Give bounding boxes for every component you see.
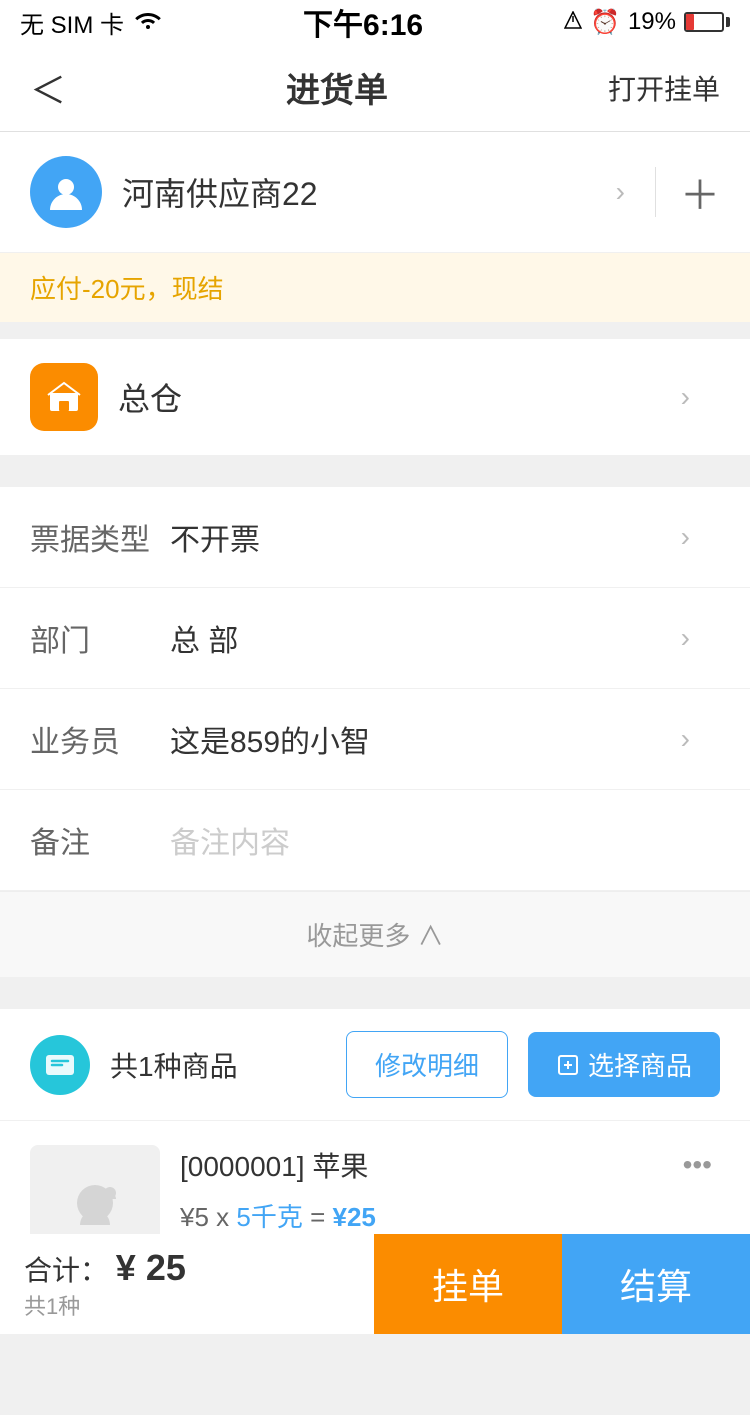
wifi-icon — [134, 8, 162, 36]
status-left: 无 SIM 卡 — [20, 5, 162, 40]
bottom-bar: 合计： ¥ 25 共1种 挂单 结算 — [0, 1234, 750, 1334]
product-price: ¥5 x 5千克 = ¥25 — [180, 1197, 655, 1234]
battery-label: 19% — [628, 8, 676, 36]
remark-placeholder: 备注内容 — [170, 818, 720, 862]
product-more-button[interactable]: ••• — [675, 1145, 720, 1185]
form-section: 票据类型 不开票 › 部门 总 部 › 业务员 这是859的小智 › 备注 备注… — [0, 487, 750, 977]
invoice-type-label: 票据类型 — [30, 515, 170, 559]
product-name: [0000001] 苹果 — [180, 1145, 655, 1185]
total-row: 合计： ¥ 25 — [24, 1247, 350, 1289]
department-row[interactable]: 部门 总 部 › — [0, 588, 750, 689]
remark-row[interactable]: 备注 备注内容 — [0, 790, 750, 891]
open-pending-button[interactable]: 打开挂单 — [608, 68, 720, 108]
warehouse-name: 总仓 — [118, 374, 681, 420]
checkout-button[interactable]: 结算 — [562, 1234, 750, 1334]
page-title: 进货单 — [286, 63, 388, 112]
supplier-section: 河南供应商22 › ＋ 应付-20元，现结 — [0, 132, 750, 323]
supplier-avatar — [30, 156, 102, 228]
product-equals: = — [310, 1202, 332, 1232]
department-label: 部门 — [30, 616, 170, 660]
remark-label: 备注 — [30, 818, 170, 862]
back-button[interactable]: ＜ — [30, 62, 66, 114]
collapse-label: 收起更多 ∧ — [306, 921, 443, 951]
supplier-row[interactable]: 河南供应商22 › ＋ — [0, 132, 750, 253]
warehouse-section: 总仓 › — [0, 339, 750, 455]
salesperson-chevron-icon: › — [681, 723, 690, 755]
salesperson-row[interactable]: 业务员 这是859的小智 › — [0, 689, 750, 790]
warehouse-chevron-icon: › — [681, 381, 690, 413]
suspend-button[interactable]: 挂单 — [374, 1234, 562, 1334]
supplier-chevron-icon: › — [616, 176, 625, 208]
products-icon — [30, 1035, 90, 1095]
department-chevron-icon: › — [681, 622, 690, 654]
supplier-name: 河南供应商22 — [122, 169, 616, 215]
invoice-chevron-icon: › — [681, 521, 690, 553]
battery-icon — [684, 12, 730, 32]
status-bar: 无 SIM 卡 下午6:16 ⏰ 19% — [0, 0, 750, 44]
invoice-type-value: 不开票 — [170, 515, 681, 559]
product-unit-price: ¥5 — [180, 1202, 209, 1232]
invoice-type-row[interactable]: 票据类型 不开票 › — [0, 487, 750, 588]
product-title: 苹果 — [312, 1151, 368, 1182]
salesperson-label: 业务员 — [30, 717, 170, 761]
nav-bar: ＜ 进货单 打开挂单 — [0, 44, 750, 132]
supplier-info-banner: 应付-20元，现结 — [0, 253, 750, 323]
status-right: ⏰ 19% — [564, 8, 730, 37]
collapse-bar[interactable]: 收起更多 ∧ — [0, 891, 750, 977]
salesperson-value: 这是859的小智 — [170, 717, 681, 761]
select-product-label: 选择商品 — [588, 1046, 692, 1083]
total-section: 合计： ¥ 25 共1种 — [0, 1247, 374, 1321]
warehouse-row[interactable]: 总仓 › — [0, 339, 750, 455]
product-quantity: 5千克 — [236, 1202, 302, 1232]
total-amount: ¥ 25 — [116, 1247, 186, 1288]
product-multiply: x — [216, 1202, 236, 1232]
edit-detail-button[interactable]: 修改明细 — [346, 1031, 508, 1098]
total-label: 合计： — [24, 1255, 108, 1286]
divider — [655, 167, 656, 217]
alarm-icon: ⏰ — [590, 8, 620, 37]
select-product-button[interactable]: 选择商品 — [528, 1032, 720, 1097]
products-count: 共1种商品 — [110, 1045, 326, 1085]
warehouse-icon — [30, 363, 98, 431]
add-supplier-button[interactable]: ＋ — [680, 163, 720, 221]
product-info: [0000001] 苹果 ¥5 x 5千克 = ¥25 — [180, 1145, 655, 1234]
department-value: 总 部 — [170, 616, 681, 660]
carrier-label: 无 SIM 卡 — [20, 5, 124, 40]
status-time: 下午6:16 — [303, 0, 423, 44]
total-count: 共1种 — [24, 1289, 350, 1321]
products-header: 共1种商品 修改明细 选择商品 — [0, 1009, 750, 1120]
product-code: [0000001] — [180, 1151, 305, 1182]
product-total: ¥25 — [333, 1202, 376, 1232]
location-icon — [564, 8, 582, 36]
